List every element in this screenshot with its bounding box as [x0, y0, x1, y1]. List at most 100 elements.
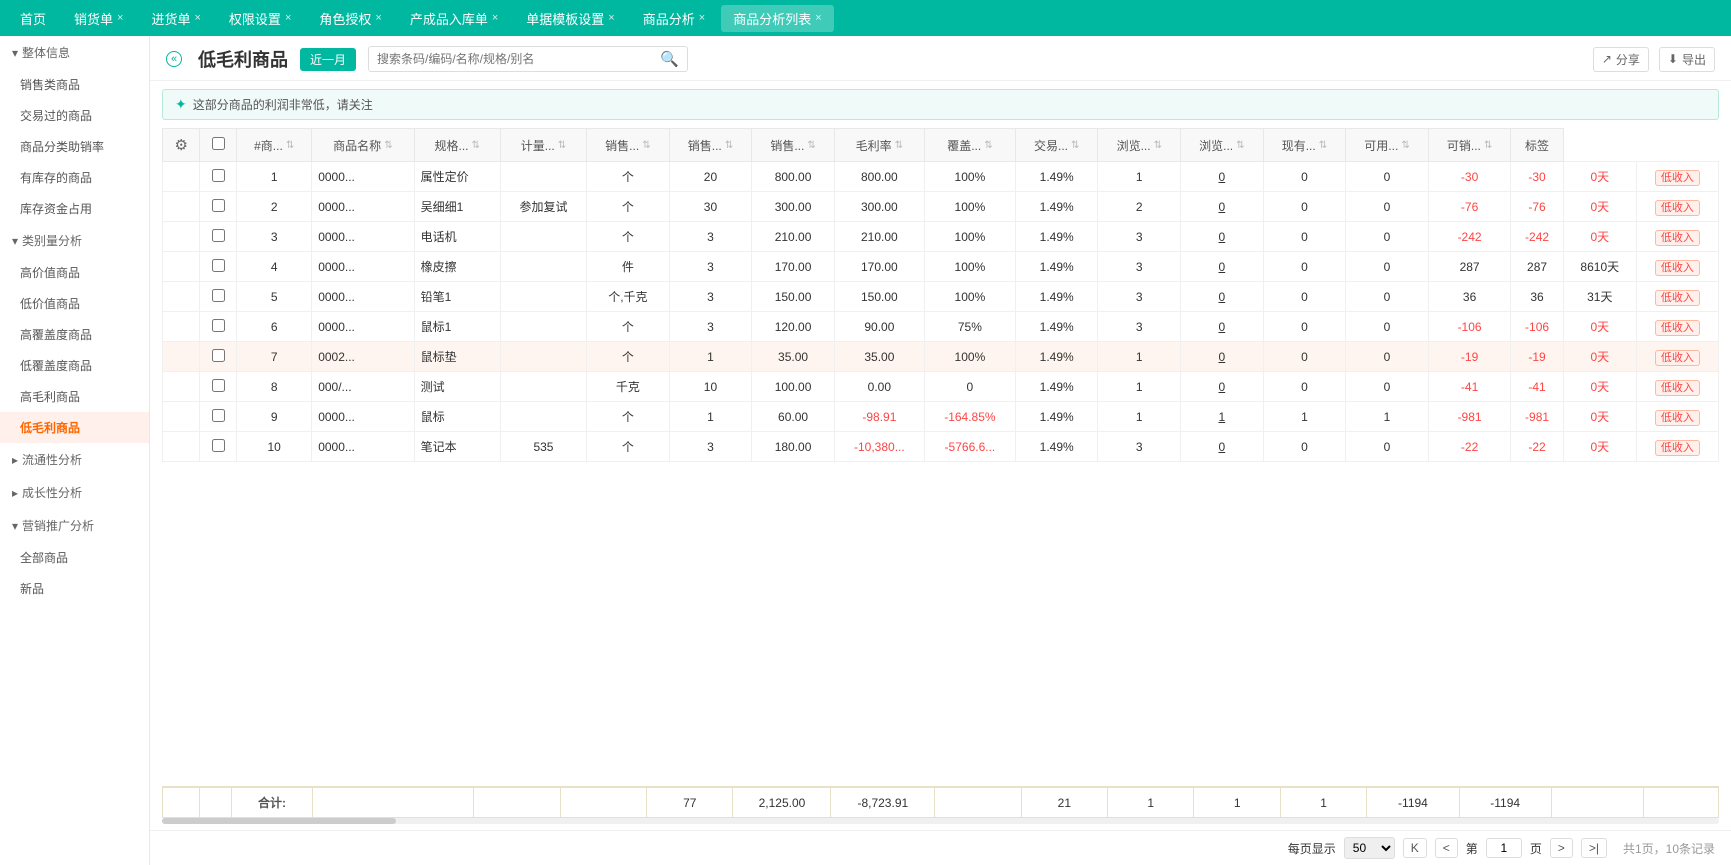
sidebar-item-sales-goods[interactable]: 销售类商品 — [0, 69, 149, 100]
col-checkbox[interactable] — [200, 129, 237, 162]
cell-trade[interactable]: 0 — [1181, 162, 1264, 192]
sidebar-item-new-goods[interactable]: 新品 — [0, 573, 149, 604]
nav-product-in-close[interactable]: × — [492, 12, 498, 24]
nav-goods-analysis-close[interactable]: × — [699, 12, 705, 24]
cell-checkbox[interactable] — [200, 162, 237, 192]
cell-trade[interactable]: 0 — [1181, 372, 1264, 402]
col-unit[interactable]: 计量...⇅ — [500, 129, 586, 162]
nav-permission[interactable]: 权限设置 × — [217, 5, 303, 32]
nav-purchase-close[interactable]: × — [194, 12, 200, 24]
nav-permission-close[interactable]: × — [285, 12, 291, 24]
col-sellable[interactable]: 可销...⇅ — [1428, 129, 1511, 162]
col-gross[interactable]: 毛利率⇅ — [834, 129, 924, 162]
sidebar-group-growth[interactable]: ▸ 成长性分析 — [0, 476, 149, 509]
nav-template[interactable]: 单据模板设置 × — [514, 5, 626, 32]
cell-trade[interactable]: 0 — [1181, 222, 1264, 252]
col-cover[interactable]: 交易...⇅ — [1015, 129, 1098, 162]
cell-mao: 1.49% — [1015, 222, 1098, 252]
cell-checkbox[interactable] — [200, 342, 237, 372]
cell-checkbox[interactable] — [200, 432, 237, 462]
page-input[interactable] — [1486, 838, 1522, 858]
search-input[interactable] — [377, 52, 654, 66]
cell-trade[interactable]: 0 — [1181, 282, 1264, 312]
nav-product-in[interactable]: 产成品入库单 × — [398, 5, 510, 32]
cell-checkbox[interactable] — [200, 372, 237, 402]
nav-goods-analysis[interactable]: 商品分析 × — [631, 5, 717, 32]
total-sale2: 2,125.00 — [733, 787, 831, 818]
nav-purchase[interactable]: 进货单 × — [139, 5, 212, 32]
cell-checkbox[interactable] — [200, 282, 237, 312]
col-sale1[interactable]: 销售...⇅ — [587, 129, 670, 162]
nav-role-close[interactable]: × — [375, 12, 381, 24]
prev-btn[interactable]: < — [1435, 838, 1458, 858]
sidebar-item-high-margin[interactable]: 高毛利商品 — [0, 381, 149, 412]
col-stock[interactable]: 现有...⇅ — [1263, 129, 1346, 162]
export-button[interactable]: ⬇ 导出 — [1659, 47, 1715, 72]
sidebar-item-category-sales[interactable]: 商品分类助销率 — [0, 131, 149, 162]
cell-spec — [500, 162, 586, 192]
col-sale3[interactable]: 销售...⇅ — [752, 129, 835, 162]
sidebar-item-high-coverage[interactable]: 高覆盖度商品 — [0, 319, 149, 350]
sidebar-group-flow[interactable]: ▸ 流通性分析 — [0, 443, 149, 476]
sidebar-item-low-margin[interactable]: 低毛利商品 — [0, 412, 149, 443]
sidebar-group-overview[interactable]: ▾ 整体信息 — [0, 36, 149, 69]
next-page-btn[interactable]: >| — [1581, 838, 1607, 858]
horizontal-scrollbar[interactable] — [162, 818, 1719, 824]
col-spec[interactable]: 规格...⇅ — [414, 129, 500, 162]
cell-checkbox[interactable] — [200, 222, 237, 252]
cell-trade[interactable]: 0 — [1181, 432, 1264, 462]
cell-trade[interactable]: 1 — [1181, 402, 1264, 432]
sidebar-item-all-goods[interactable]: 全部商品 — [0, 542, 149, 573]
col-browse1[interactable]: 浏览...⇅ — [1181, 129, 1264, 162]
cell-browse2: 0 — [1346, 372, 1429, 402]
col-mao[interactable]: 覆盖...⇅ — [924, 129, 1015, 162]
cell-checkbox[interactable] — [200, 252, 237, 282]
period-button[interactable]: 近一月 — [300, 48, 356, 71]
sidebar-group-marketing[interactable]: ▾ 营销推广分析 — [0, 509, 149, 542]
cell-sale2: 300.00 — [752, 192, 835, 222]
cell-checkbox[interactable] — [200, 402, 237, 432]
collapse-sidebar-btn[interactable]: « — [166, 51, 182, 67]
nav-goods-analysis-list[interactable]: 商品分析列表 × — [721, 5, 833, 32]
cell-settings — [163, 372, 200, 402]
sidebar-item-capital[interactable]: 库存资金占用 — [0, 193, 149, 224]
share-button[interactable]: ↗ 分享 — [1593, 47, 1649, 72]
cell-trade[interactable]: 0 — [1181, 312, 1264, 342]
nav-home[interactable]: 首页 — [8, 5, 58, 32]
sidebar-item-high-value[interactable]: 高价值商品 — [0, 257, 149, 288]
sidebar-item-low-coverage[interactable]: 低覆盖度商品 — [0, 350, 149, 381]
col-code[interactable]: #商...⇅ — [237, 129, 312, 162]
col-tag[interactable]: 标签 — [1511, 129, 1563, 162]
sidebar-item-low-value[interactable]: 低价值商品 — [0, 288, 149, 319]
cell-trade[interactable]: 0 — [1181, 252, 1264, 282]
next-btn[interactable]: > — [1550, 838, 1573, 858]
prev-page-btn[interactable]: K — [1403, 838, 1427, 858]
nav-template-close[interactable]: × — [608, 12, 614, 24]
table-wrapper[interactable]: ⚙ #商...⇅ 商品名称⇅ 规格...⇅ 计量...⇅ 销售...⇅ 销售..… — [150, 128, 1731, 786]
sidebar-item-stock-goods[interactable]: 有库存的商品 — [0, 162, 149, 193]
col-trade[interactable]: 浏览...⇅ — [1098, 129, 1181, 162]
sidebar-item-traded-goods[interactable]: 交易过的商品 — [0, 100, 149, 131]
col-name[interactable]: 商品名称⇅ — [312, 129, 414, 162]
sidebar-group-category[interactable]: ▾ 类别量分析 — [0, 224, 149, 257]
cell-num: 3 — [237, 222, 312, 252]
col-sale2[interactable]: 销售...⇅ — [669, 129, 752, 162]
per-page-select[interactable]: 50 100 200 — [1344, 837, 1395, 859]
nav-sales-close[interactable]: × — [117, 12, 123, 24]
cell-browse2: 0 — [1346, 282, 1429, 312]
nav-goods-analysis-list-close[interactable]: × — [815, 12, 821, 24]
cell-checkbox[interactable] — [200, 312, 237, 342]
cell-name: 测试 — [414, 372, 500, 402]
cell-trade[interactable]: 0 — [1181, 342, 1264, 372]
nav-sales[interactable]: 销货单 × — [62, 5, 135, 32]
col-settings[interactable]: ⚙ — [163, 129, 200, 162]
col-avail[interactable]: 可用...⇅ — [1346, 129, 1429, 162]
cell-tag: 低收入 — [1636, 312, 1718, 342]
search-icon[interactable]: 🔍 — [660, 50, 679, 68]
select-all-checkbox[interactable] — [212, 137, 225, 150]
scroll-thumb[interactable] — [162, 818, 396, 824]
nav-role[interactable]: 角色授权 × — [307, 5, 393, 32]
cell-checkbox[interactable] — [200, 192, 237, 222]
cell-trade[interactable]: 0 — [1181, 192, 1264, 222]
cell-cover: 3 — [1098, 312, 1181, 342]
